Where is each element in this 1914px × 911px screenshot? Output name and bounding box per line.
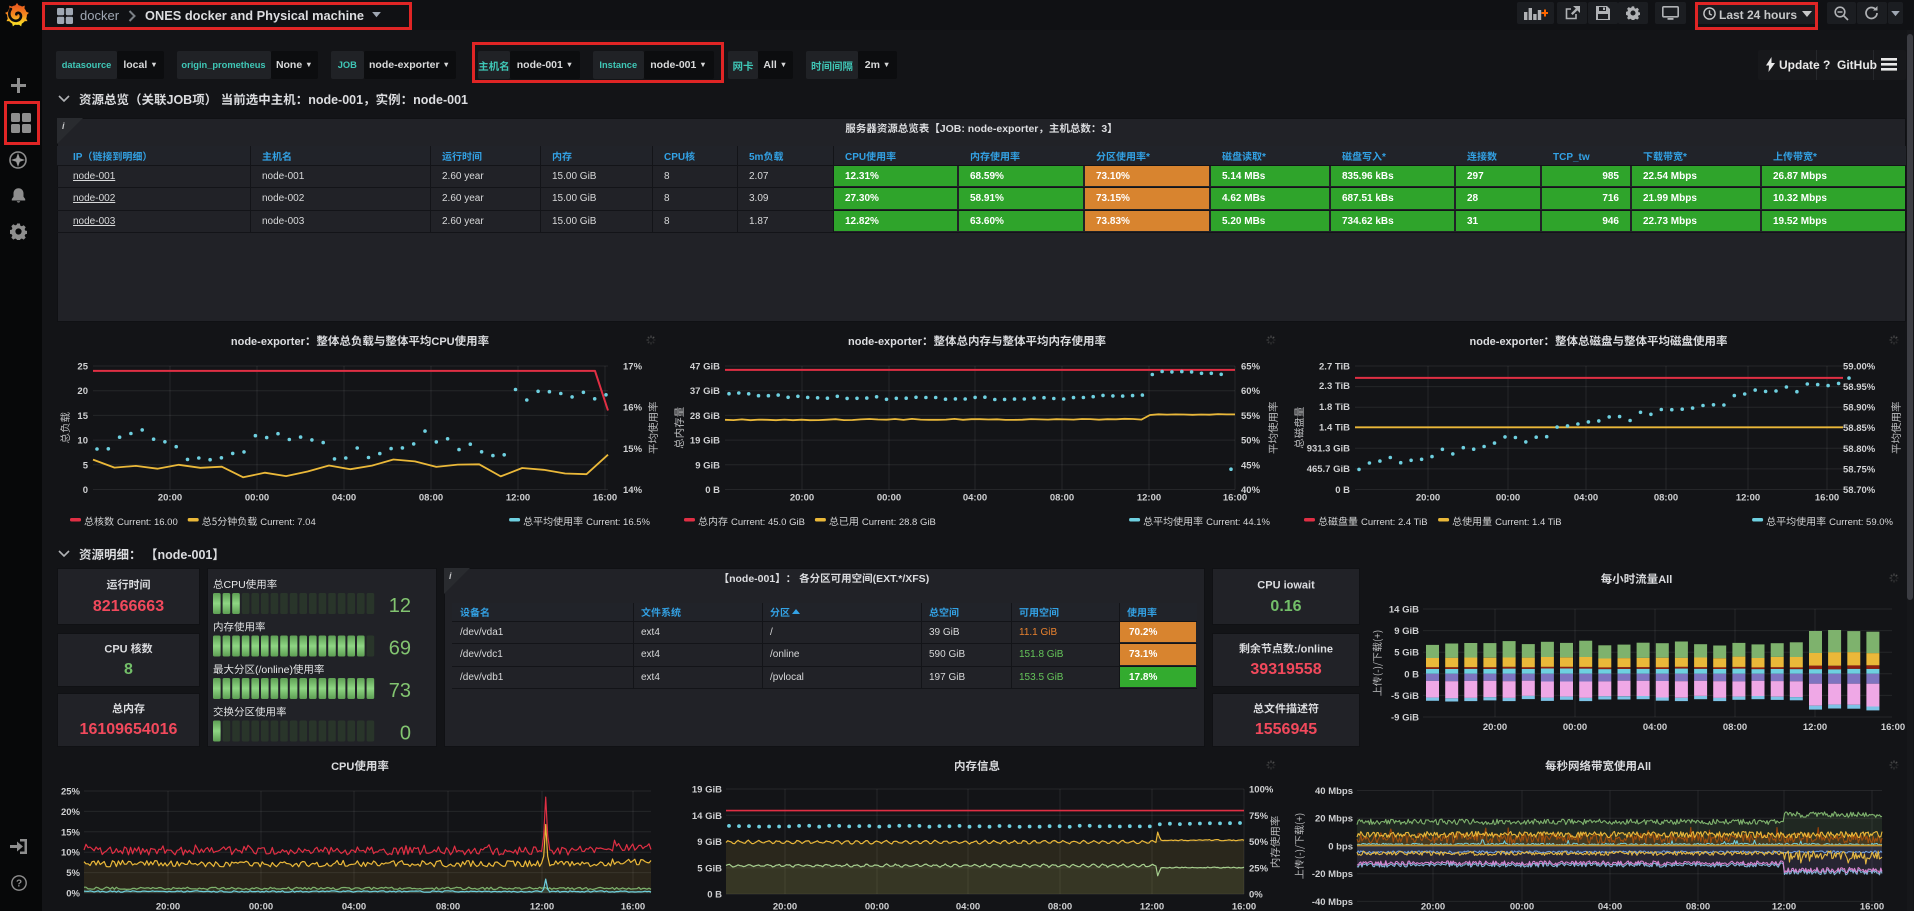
svg-text:5 GiB: 5 GiB [1394, 648, 1419, 659]
svg-text:08:00: 08:00 [1686, 902, 1710, 911]
svg-text:12:00: 12:00 [530, 902, 554, 911]
svg-text:5 GiB: 5 GiB [697, 863, 722, 874]
svg-text:25%: 25% [61, 787, 81, 798]
svg-text:CPU: CPU [331, 761, 354, 773]
svg-text:-5 GiB: -5 GiB [1391, 691, 1419, 702]
svg-text:15%: 15% [61, 827, 81, 838]
svg-text:19 GiB: 19 GiB [692, 785, 722, 796]
svg-text:75%: 75% [1249, 811, 1269, 822]
svg-text:08:00: 08:00 [1048, 902, 1072, 911]
svg-text:-40 Mbps: -40 Mbps [1312, 897, 1353, 908]
svg-text:16:00: 16:00 [1881, 722, 1905, 733]
svg-text:04:00: 04:00 [1643, 722, 1667, 733]
svg-text:0%: 0% [66, 889, 80, 900]
svg-text:08:00: 08:00 [436, 902, 460, 911]
svg-text:50%: 50% [1249, 837, 1269, 848]
svg-text:40 Mbps: 40 Mbps [1315, 786, 1353, 797]
svg-text:20:00: 20:00 [156, 902, 180, 911]
svg-text:All: All [1658, 574, 1672, 586]
svg-text:04:00: 04:00 [956, 902, 980, 911]
svg-text:0 B: 0 B [707, 890, 722, 901]
svg-text:12:00: 12:00 [1803, 722, 1827, 733]
svg-text:9 GiB: 9 GiB [1394, 626, 1419, 637]
svg-text:00:00: 00:00 [865, 902, 889, 911]
svg-text:16:00: 16:00 [1860, 902, 1884, 911]
svg-text:?: ? [16, 879, 22, 890]
svg-text:All: All [1637, 761, 1651, 773]
svg-text:0%: 0% [1249, 890, 1263, 901]
svg-text:04:00: 04:00 [342, 902, 366, 911]
svg-text:16:00: 16:00 [1232, 902, 1256, 911]
svg-text:5%: 5% [66, 868, 80, 879]
svg-text:20 Mbps: 20 Mbps [1315, 814, 1353, 825]
svg-text:0 B: 0 B [1404, 669, 1419, 680]
svg-text:20:00: 20:00 [1421, 902, 1445, 911]
svg-text:14 GiB: 14 GiB [1389, 605, 1419, 616]
svg-text:0 bps: 0 bps [1328, 842, 1353, 853]
svg-text:00:00: 00:00 [1563, 722, 1587, 733]
svg-text:12:00: 12:00 [1772, 902, 1796, 911]
svg-text:08:00: 08:00 [1723, 722, 1747, 733]
svg-text:04:00: 04:00 [1598, 902, 1622, 911]
svg-text:20:00: 20:00 [1483, 722, 1507, 733]
svg-text:9 GiB: 9 GiB [697, 837, 722, 848]
svg-text:-9 GiB: -9 GiB [1391, 713, 1419, 724]
svg-text:-20 Mbps: -20 Mbps [1312, 869, 1353, 880]
svg-text:00:00: 00:00 [249, 902, 273, 911]
svg-text:100%: 100% [1249, 785, 1274, 796]
svg-text:16:00: 16:00 [621, 902, 645, 911]
svg-text:12:00: 12:00 [1140, 902, 1164, 911]
svg-text:20:00: 20:00 [773, 902, 797, 911]
svg-text:25%: 25% [1249, 863, 1269, 874]
svg-text:14 GiB: 14 GiB [692, 811, 722, 822]
svg-text:00:00: 00:00 [1510, 902, 1534, 911]
svg-text:10%: 10% [61, 848, 81, 859]
svg-text:20%: 20% [61, 807, 81, 818]
